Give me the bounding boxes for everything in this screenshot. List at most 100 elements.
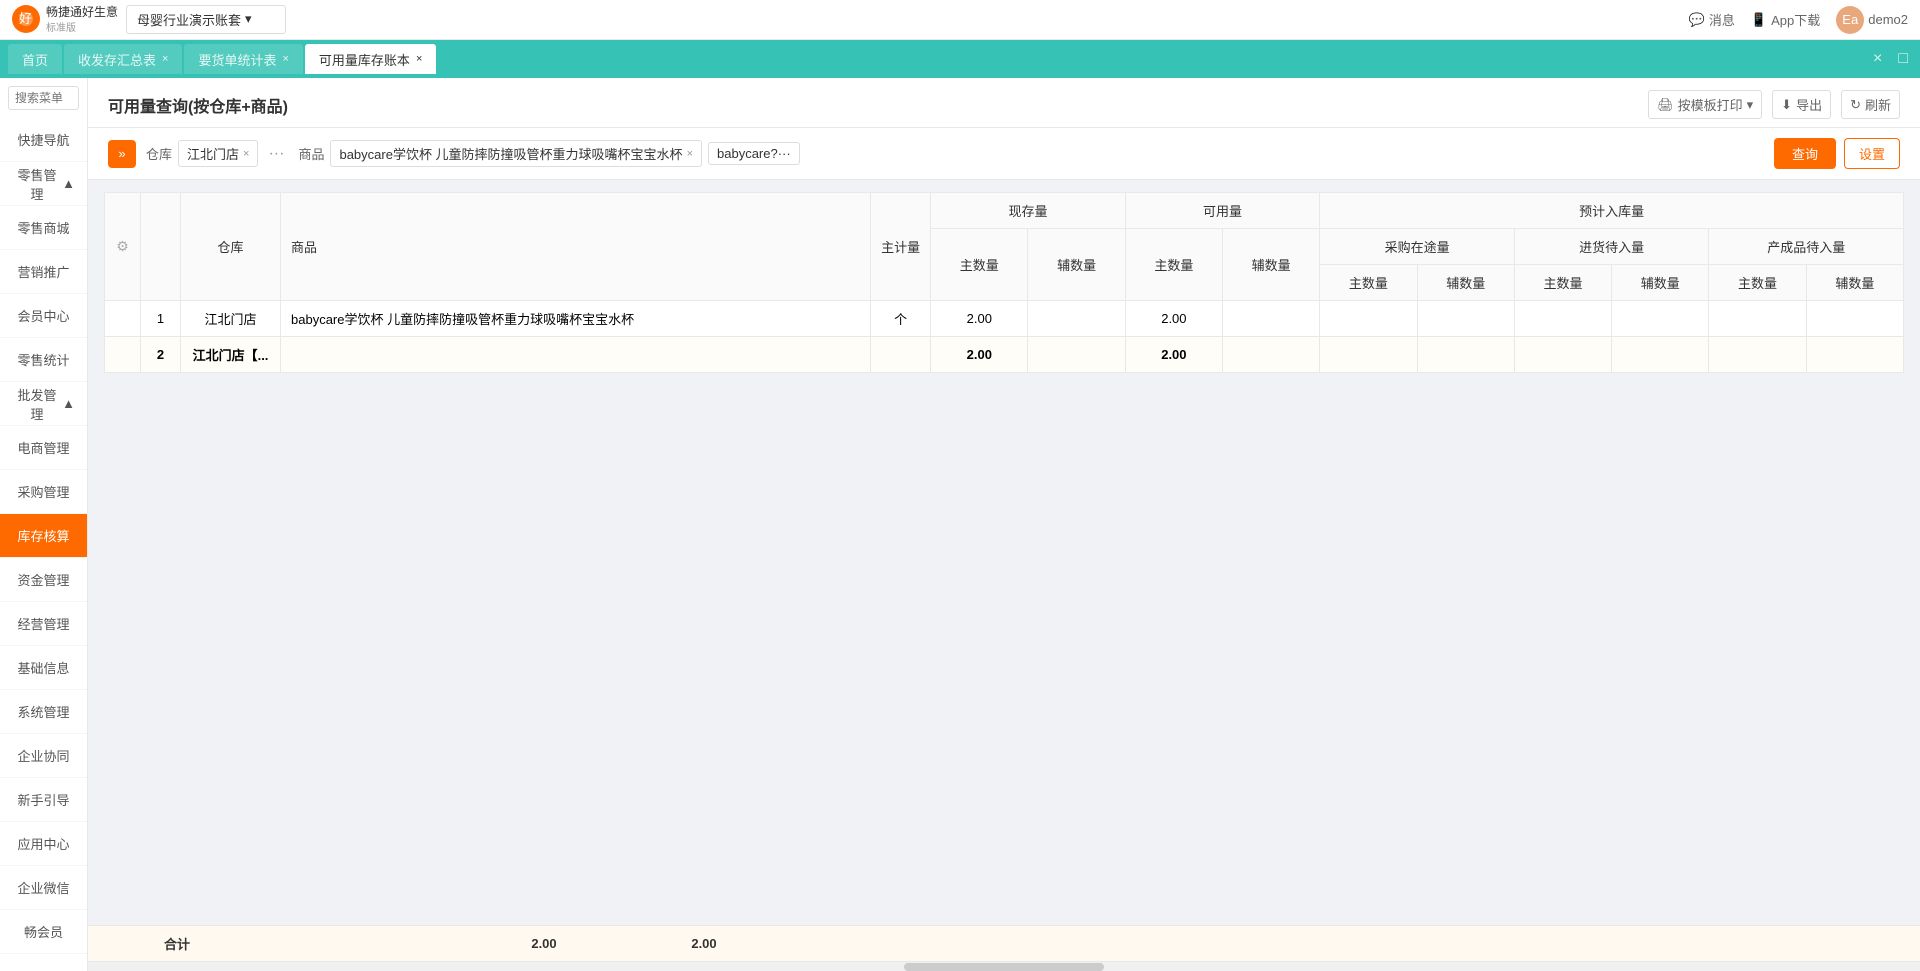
page-header: 可用量查询(按仓库+商品) 🖨 按模板打印 ▾ ⬇ 导出 ↻ 刷新 bbox=[88, 78, 1920, 128]
row1-index: 1 bbox=[141, 301, 181, 337]
refresh-btn[interactable]: ↻ 刷新 bbox=[1841, 90, 1900, 119]
filter-toggle-btn[interactable]: » bbox=[108, 140, 136, 168]
col-available-aux-header: 辅数量 bbox=[1223, 229, 1320, 301]
print-dropdown-icon: ▾ bbox=[1747, 97, 1754, 113]
industry-label: 母婴行业演示账套 bbox=[137, 10, 241, 29]
logo-icon: 好 bbox=[12, 5, 40, 33]
tab-maximize-btn[interactable]: □ bbox=[1894, 50, 1912, 68]
col-current-stock-header: 现存量 bbox=[931, 193, 1126, 229]
sidebar-search-container bbox=[0, 78, 87, 118]
product-filter-group: 商品 babycare学饮杯 儿童防摔防撞吸管杯重力球吸嘴杯宝宝水杯 × bab… bbox=[298, 140, 799, 167]
sidebar-item-enterprise-collab[interactable]: 企业协同 bbox=[0, 734, 87, 778]
print-icon: 🖨 bbox=[1657, 97, 1674, 113]
sidebar-item-member-center[interactable]: 会员中心 bbox=[0, 294, 87, 338]
sidebar: 快捷导航 零售管理 ▲ 零售商城 营销推广 会员中心 零售统计 批发管理 ▲ 电… bbox=[0, 78, 88, 971]
scrollbar-thumb[interactable] bbox=[904, 963, 1104, 971]
row2-ip-aux bbox=[1612, 337, 1709, 373]
arrow-icon-wholesale: ▲ bbox=[62, 396, 75, 411]
tab-close-available[interactable]: × bbox=[416, 53, 422, 65]
gear-settings-icon[interactable]: ⚙ bbox=[116, 238, 129, 254]
sidebar-item-enterprise-wechat[interactable]: 企业微信 bbox=[0, 866, 87, 910]
svg-text:好: 好 bbox=[19, 11, 32, 26]
query-btn[interactable]: 查询 bbox=[1774, 138, 1836, 169]
row1-available-aux bbox=[1223, 301, 1320, 337]
col-inbound-pending-header: 进货待入量 bbox=[1514, 229, 1709, 265]
dropdown-icon: ▾ bbox=[245, 11, 252, 27]
col-production-pending-aux-header: 辅数量 bbox=[1806, 265, 1903, 301]
tab-receipt-summary[interactable]: 收发存汇总表 × bbox=[64, 44, 182, 74]
row1-stock-aux bbox=[1028, 301, 1125, 337]
sidebar-item-quick-nav[interactable]: 快捷导航 bbox=[0, 118, 87, 162]
logo-main-text: 畅捷通好生意 bbox=[46, 5, 118, 19]
tab-close-order[interactable]: × bbox=[282, 53, 288, 65]
table-footer: 合计 2.00 2.00 bbox=[88, 925, 1920, 961]
col-available-header: 可用量 bbox=[1125, 193, 1320, 229]
sidebar-item-operations[interactable]: 经营管理 bbox=[0, 602, 87, 646]
sidebar-item-wholesale-mgmt[interactable]: 批发管理 ▲ bbox=[0, 382, 87, 426]
sidebar-item-retail-stats[interactable]: 零售统计 bbox=[0, 338, 87, 382]
tab-home[interactable]: 首页 bbox=[8, 44, 62, 74]
table-container: ⚙ 仓库 商品 主计量 现存量 可用量 预计入库量 主数量 辅数量 主数量 bbox=[88, 180, 1920, 925]
username-label: demo2 bbox=[1868, 12, 1908, 27]
tab-actions-right: × □ bbox=[1869, 50, 1912, 68]
sidebar-item-basic-info[interactable]: 基础信息 bbox=[0, 646, 87, 690]
sidebar-item-inventory-check[interactable]: 库存核算 bbox=[0, 514, 87, 558]
sidebar-item-new-guide[interactable]: 新手引导 bbox=[0, 778, 87, 822]
tab-minimize-btn[interactable]: × bbox=[1869, 50, 1886, 68]
tab-close-receipt[interactable]: × bbox=[162, 53, 168, 65]
row2-available-aux bbox=[1223, 337, 1320, 373]
sidebar-item-member[interactable]: 畅会员 bbox=[0, 910, 87, 954]
row1-ip-aux bbox=[1612, 301, 1709, 337]
col-stock-aux-header: 辅数量 bbox=[1028, 229, 1125, 301]
product-tag-1-close[interactable]: × bbox=[687, 148, 693, 160]
row2-pt-main bbox=[1320, 337, 1417, 373]
print-btn[interactable]: 🖨 按模板打印 ▾ bbox=[1648, 90, 1762, 119]
page-actions: 🖨 按模板打印 ▾ ⬇ 导出 ↻ 刷新 bbox=[1648, 90, 1900, 119]
warehouse-tag-close[interactable]: × bbox=[243, 148, 249, 160]
top-bar-right: 💬 消息 📱 App下载 Ea demo2 bbox=[1689, 6, 1908, 34]
footer-label: 合计 bbox=[104, 934, 504, 953]
sidebar-item-system-mgmt[interactable]: 系统管理 bbox=[0, 690, 87, 734]
sidebar-item-purchase[interactable]: 采购管理 bbox=[0, 470, 87, 514]
row1-warehouse: 江北门店 bbox=[181, 301, 281, 337]
avatar: Ea bbox=[1836, 6, 1864, 34]
export-icon: ⬇ bbox=[1781, 97, 1792, 113]
app-download-action[interactable]: 📱 App下载 bbox=[1751, 10, 1820, 29]
filter-bar: » 仓库 江北门店 × ··· 商品 babycare学饮杯 儿童防摔防撞吸管杯… bbox=[88, 128, 1920, 180]
sidebar-item-ecommerce[interactable]: 电商管理 bbox=[0, 426, 87, 470]
col-purchase-transit-main-header: 主数量 bbox=[1320, 265, 1417, 301]
logo-sub-text: 标准版 bbox=[46, 19, 118, 34]
row2-pt-aux bbox=[1417, 337, 1514, 373]
sidebar-item-zero-sales-mgmt[interactable]: 零售管理 ▲ bbox=[0, 162, 87, 206]
industry-selector[interactable]: 母婴行业演示账套 ▾ bbox=[126, 5, 286, 34]
col-gear-header: ⚙ bbox=[105, 193, 141, 301]
warehouse-tag: 江北门店 × bbox=[178, 140, 258, 167]
arrow-icon: ▲ bbox=[62, 176, 75, 191]
row1-pt-aux bbox=[1417, 301, 1514, 337]
sidebar-item-finance[interactable]: 资金管理 bbox=[0, 558, 87, 602]
scrollbar-area[interactable] bbox=[88, 961, 1920, 971]
warehouse-filter-label: 仓库 bbox=[146, 144, 172, 163]
export-btn[interactable]: ⬇ 导出 bbox=[1772, 90, 1831, 119]
table-row: 1 江北门店 babycare学饮杯 儿童防摔防撞吸管杯重力球吸嘴杯宝宝水杯 个… bbox=[105, 301, 1904, 337]
user-profile[interactable]: Ea demo2 bbox=[1836, 6, 1908, 34]
row2-pp-main bbox=[1709, 337, 1806, 373]
main-layout: 快捷导航 零售管理 ▲ 零售商城 营销推广 会员中心 零售统计 批发管理 ▲ 电… bbox=[0, 78, 1920, 971]
settings-btn[interactable]: 设置 bbox=[1844, 138, 1900, 169]
refresh-icon: ↻ bbox=[1850, 97, 1861, 113]
row2-gear bbox=[105, 337, 141, 373]
search-input[interactable] bbox=[8, 86, 79, 110]
col-forecast-header: 预计入库量 bbox=[1320, 193, 1904, 229]
message-action[interactable]: 💬 消息 bbox=[1689, 10, 1735, 29]
sidebar-item-marketing[interactable]: 营销推广 bbox=[0, 250, 87, 294]
row1-gear bbox=[105, 301, 141, 337]
app-download-label: App下载 bbox=[1771, 10, 1820, 29]
sidebar-item-app-center[interactable]: 应用中心 bbox=[0, 822, 87, 866]
tab-order-stats[interactable]: 要货单统计表 × bbox=[184, 44, 302, 74]
sidebar-item-zero-sales-mall[interactable]: 零售商城 bbox=[0, 206, 87, 250]
tab-available-inventory[interactable]: 可用量库存账本 × bbox=[305, 44, 436, 74]
product-tag-2: babycare?··· bbox=[708, 142, 800, 165]
row1-pp-main bbox=[1709, 301, 1806, 337]
warehouse-filter-group: 仓库 江北门店 × ··· bbox=[146, 140, 288, 167]
warehouse-more-btn[interactable]: ··· bbox=[264, 145, 288, 163]
